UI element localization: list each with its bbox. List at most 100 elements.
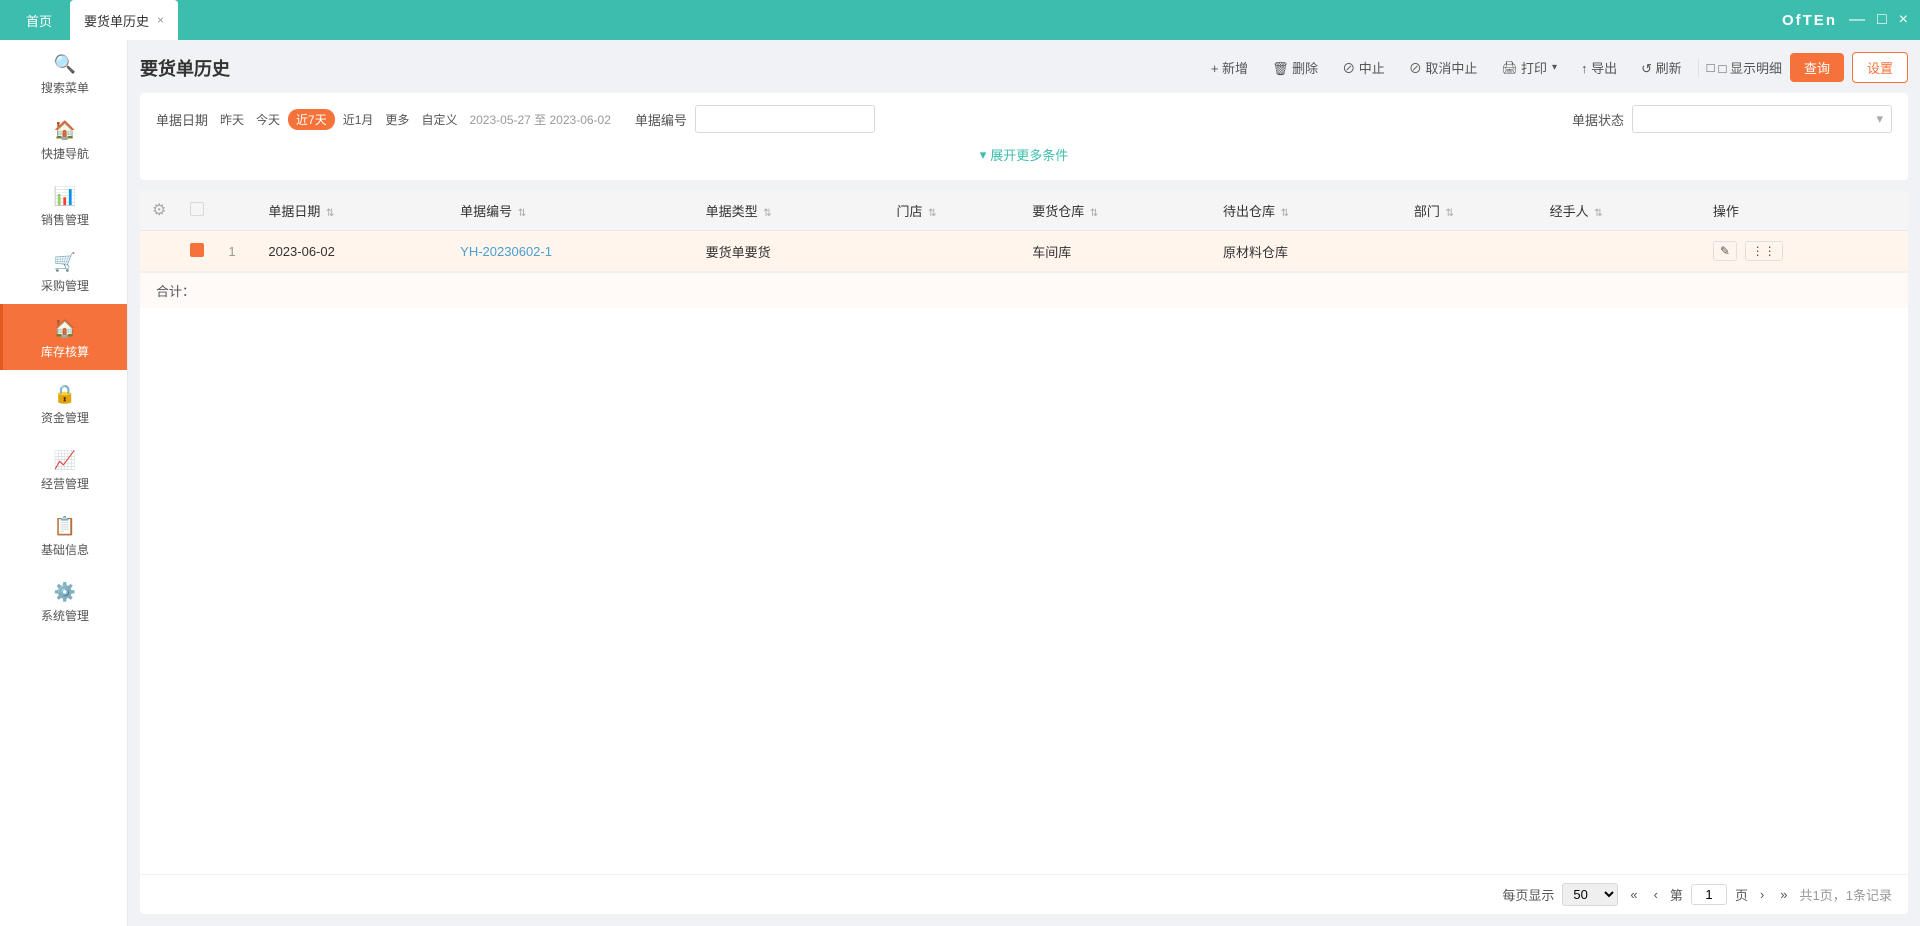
- export-button[interactable]: ↑ 导出: [1573, 54, 1625, 81]
- new-button[interactable]: + 新增: [1203, 54, 1256, 81]
- table-body: 1 2023-06-02 YH-20230602-1 要货单要货 车间库 原材料…: [140, 231, 1908, 272]
- display-detail-checkbox-icon: □: [1707, 60, 1715, 75]
- window-minimize-btn[interactable]: —: [1849, 11, 1865, 29]
- filter-dates: 昨天 今天 近7天 近1月 更多 自定义: [216, 109, 461, 130]
- col-checkbox: [178, 190, 216, 231]
- filter-row-1: 单据日期 昨天 今天 近7天 近1月 更多 自定义 2023-05-27 至 2…: [156, 105, 1892, 133]
- expand-icon: ▾: [980, 147, 987, 163]
- sidebar-item-search-menu[interactable]: 🔍 搜索菜单: [0, 40, 127, 106]
- col-req-warehouse: 要货仓库 ⇅: [1020, 190, 1211, 231]
- filter-bar: 单据日期 昨天 今天 近7天 近1月 更多 自定义 2023-05-27 至 2…: [140, 93, 1908, 180]
- brand-label: OfTEn: [1782, 12, 1837, 29]
- pagination: 每页显示 10 20 50 100 « ‹ 第 页 › » 共1页，1条记录: [140, 874, 1908, 914]
- sort-pending-warehouse-icon[interactable]: ⇅: [1281, 208, 1289, 219]
- date-label: 单据日期: [156, 110, 208, 129]
- row-doc-type-cell: 要货单要货: [694, 231, 885, 272]
- row-doc-date-cell: 2023-06-02: [256, 231, 448, 272]
- top-bar: 首页 要货单历史 × OfTEn — □ ×: [0, 0, 1920, 40]
- doc-number-label: 单据编号: [635, 110, 687, 129]
- sort-doc-date-icon[interactable]: ⇅: [326, 208, 334, 219]
- doc-status-label: 单据状态: [1572, 110, 1624, 129]
- window-maximize-btn[interactable]: □: [1877, 11, 1887, 29]
- toolbar-divider: [1698, 59, 1699, 77]
- doc-number-link[interactable]: YH-20230602-1: [460, 244, 552, 259]
- settings-button[interactable]: 设置: [1852, 52, 1908, 83]
- sort-store-icon[interactable]: ⇅: [928, 208, 936, 219]
- sidebar-item-system[interactable]: ⚙️ 系统管理: [0, 568, 127, 634]
- close-tab-btn[interactable]: ×: [157, 13, 164, 27]
- col-store: 门店 ⇅: [884, 190, 1020, 231]
- row-pending-warehouse-cell: 原材料仓库: [1211, 231, 1402, 272]
- date-btn-today[interactable]: 今天: [252, 109, 284, 130]
- row-dept-cell: [1402, 231, 1538, 272]
- sidebar-item-inventory[interactable]: 🏠 库存核算: [0, 304, 127, 370]
- sidebar-item-quick-nav[interactable]: 🏠 快捷导航: [0, 106, 127, 172]
- doc-status-select[interactable]: ▾: [1632, 105, 1892, 133]
- print-dropdown-icon[interactable]: ▾: [1552, 62, 1557, 73]
- row-checkbox[interactable]: [190, 243, 204, 257]
- last-page-btn[interactable]: »: [1776, 885, 1791, 904]
- date-btn-more[interactable]: 更多: [381, 109, 413, 130]
- system-icon: ⚙️: [54, 582, 76, 603]
- inventory-icon: 🏠: [54, 318, 76, 339]
- stop-button[interactable]: ⊘ 中止: [1334, 54, 1393, 81]
- sidebar-item-sales[interactable]: 📊 销售管理: [0, 172, 127, 238]
- doc-number-input[interactable]: [695, 105, 875, 133]
- content-area: 要货单历史 + 新增 🗑 删除 ⊘ 中止 ⊘ 取消中止 🖨 🖨 打印 打印 ▾ …: [128, 40, 1920, 926]
- col-pending-warehouse: 待出仓库 ⇅: [1211, 190, 1402, 231]
- date-range-display: 2023-05-27 至 2023-06-02: [469, 111, 610, 128]
- tab-active[interactable]: 要货单历史 ×: [70, 0, 178, 40]
- prev-page-btn[interactable]: ‹: [1650, 885, 1662, 904]
- sidebar-item-finance[interactable]: 🔒 资金管理: [0, 370, 127, 436]
- table-container: ⚙ 单据日期 ⇅ 单据编号 ⇅: [140, 190, 1908, 914]
- delete-button[interactable]: 🗑 删除: [1264, 54, 1326, 81]
- sort-doc-number-icon[interactable]: ⇅: [518, 208, 526, 219]
- sort-doc-type-icon[interactable]: ⇅: [763, 208, 771, 219]
- table-row: 1 2023-06-02 YH-20230602-1 要货单要货 车间库 原材料…: [140, 231, 1908, 272]
- display-detail-toggle[interactable]: □ □ 显示明细: [1707, 58, 1782, 77]
- next-page-btn[interactable]: ›: [1756, 885, 1768, 904]
- select-all-checkbox[interactable]: [190, 202, 204, 216]
- operation-icon: 📈: [54, 450, 76, 471]
- sidebar-item-operation[interactable]: 📈 经营管理: [0, 436, 127, 502]
- cancel-stop-button[interactable]: ⊘ 取消中止: [1401, 54, 1486, 81]
- row-more-btn[interactable]: ⋮⋮: [1745, 241, 1783, 261]
- row-req-warehouse-cell: 车间库: [1020, 231, 1211, 272]
- window-close-btn[interactable]: ×: [1899, 11, 1908, 29]
- date-btn-yesterday[interactable]: 昨天: [216, 109, 248, 130]
- col-operation: 操作: [1701, 190, 1908, 231]
- print-button[interactable]: 🖨 🖨 打印 打印 ▾: [1493, 54, 1565, 81]
- filter-doc-number: 单据编号: [635, 105, 875, 133]
- page-size-select[interactable]: 10 20 50 100: [1562, 883, 1618, 906]
- sidebar-item-basic[interactable]: 📋 基础信息: [0, 502, 127, 568]
- date-btn-1month[interactable]: 近1月: [339, 109, 378, 130]
- page-number-input[interactable]: [1691, 884, 1727, 905]
- date-btn-custom[interactable]: 自定义: [417, 109, 461, 130]
- first-page-btn[interactable]: «: [1626, 885, 1641, 904]
- col-dept: 部门 ⇅: [1402, 190, 1538, 231]
- sort-handler-icon[interactable]: ⇅: [1594, 208, 1602, 219]
- top-bar-right: OfTEn — □ ×: [1782, 11, 1908, 29]
- sort-req-warehouse-icon[interactable]: ⇅: [1090, 208, 1098, 219]
- filter-row-expand: ▾ 展开更多条件: [156, 141, 1892, 168]
- row-edit-btn[interactable]: ✎: [1713, 241, 1737, 261]
- select-dropdown-icon: ▾: [1876, 111, 1883, 127]
- filter-doc-status: 单据状态 ▾: [1572, 105, 1892, 133]
- row-settings-cell: [140, 231, 178, 272]
- query-button[interactable]: 查询: [1790, 53, 1844, 82]
- date-btn-7days[interactable]: 近7天: [288, 109, 335, 130]
- tab-home[interactable]: 首页: [12, 0, 66, 40]
- sort-dept-icon[interactable]: ⇅: [1446, 208, 1454, 219]
- expand-filter-btn[interactable]: ▾ 展开更多条件: [156, 141, 1892, 168]
- col-doc-date: 单据日期 ⇅: [256, 190, 448, 231]
- data-table: ⚙ 单据日期 ⇅ 单据编号 ⇅: [140, 190, 1908, 272]
- quick-nav-icon: 🏠: [54, 120, 76, 141]
- refresh-button[interactable]: ↺ 刷新: [1633, 54, 1690, 81]
- table-settings-icon[interactable]: ⚙: [152, 202, 166, 219]
- col-handler: 经手人 ⇅: [1538, 190, 1701, 231]
- table-empty-space: [140, 308, 1908, 874]
- row-num-cell: 1: [216, 231, 256, 272]
- col-settings: ⚙: [140, 190, 178, 231]
- sidebar-item-purchase[interactable]: 🛒 采购管理: [0, 238, 127, 304]
- row-operation-cell: ✎ ⋮⋮: [1701, 231, 1908, 272]
